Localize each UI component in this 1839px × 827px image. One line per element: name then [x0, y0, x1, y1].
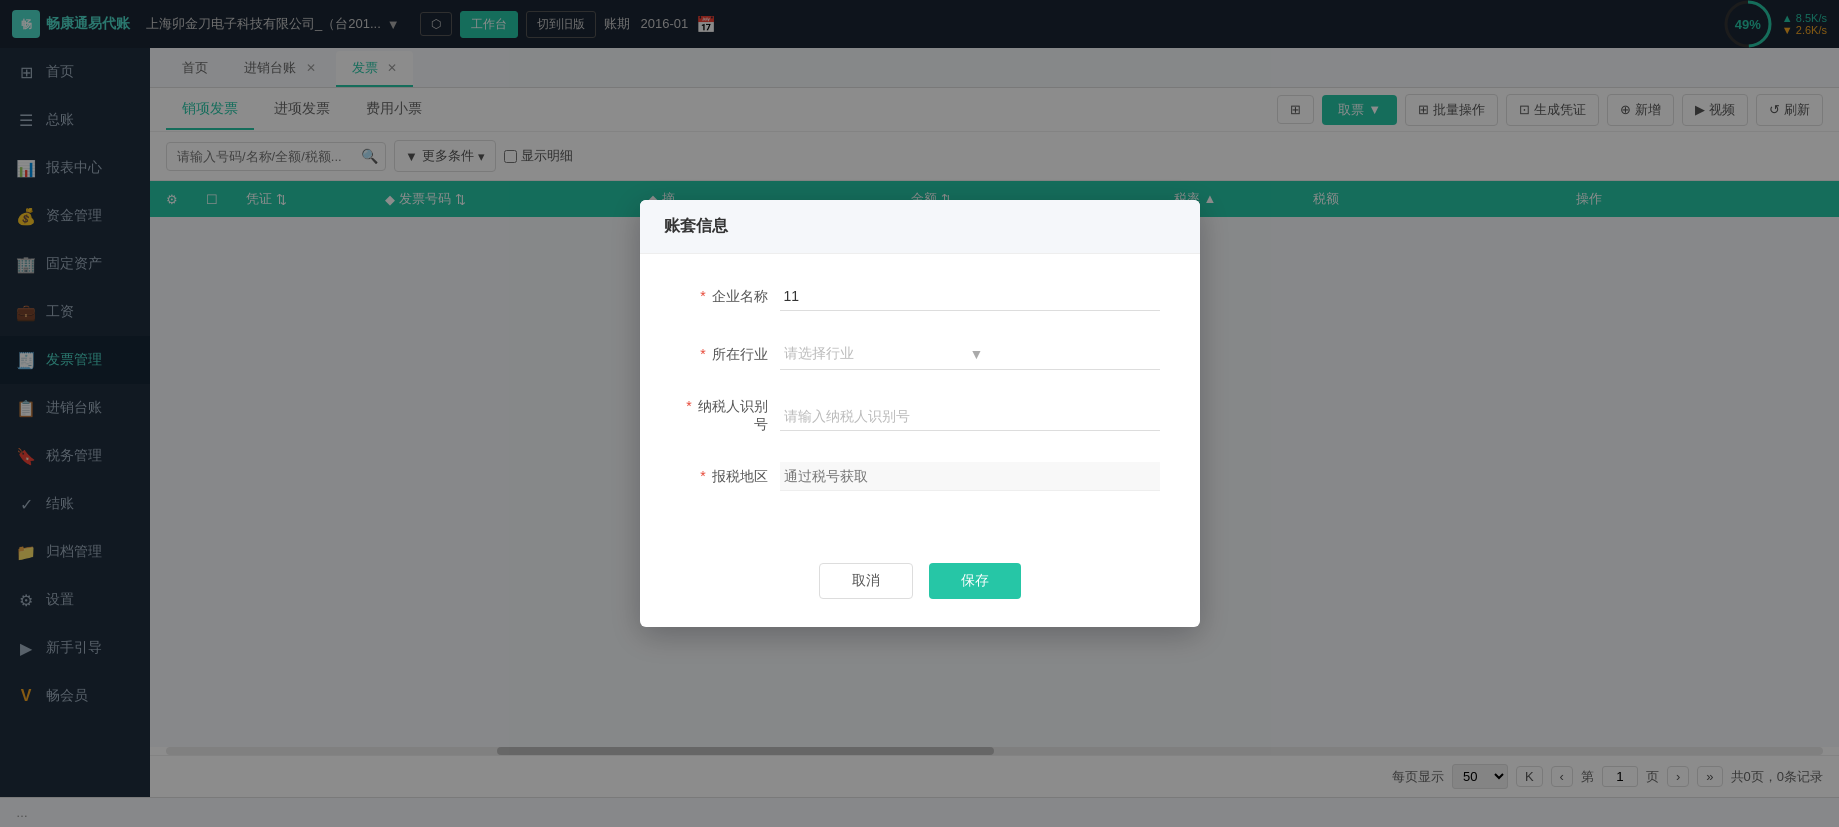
modal-overlay: 账套信息 * 企业名称 * 所在行业 请选择行业 ▼ [0, 0, 1839, 827]
tax-region-input [780, 462, 1160, 491]
industry-chevron-icon: ▼ [970, 346, 1156, 362]
form-row-company-name: * 企业名称 [680, 282, 1160, 311]
save-button[interactable]: 保存 [929, 563, 1021, 599]
company-name-label: * 企业名称 [680, 288, 780, 306]
modal-title: 账套信息 [664, 217, 728, 234]
modal-dialog: 账套信息 * 企业名称 * 所在行业 请选择行业 ▼ [640, 200, 1200, 627]
form-row-industry: * 所在行业 请选择行业 ▼ [680, 339, 1160, 370]
form-row-tax-region: * 报税地区 [680, 462, 1160, 491]
modal-header: 账套信息 [640, 200, 1200, 254]
form-row-tax-id: * 纳税人识别号 [680, 398, 1160, 434]
industry-placeholder: 请选择行业 [784, 345, 970, 363]
modal-footer: 取消 保存 [640, 547, 1200, 627]
modal-body: * 企业名称 * 所在行业 请选择行业 ▼ * 纳 [640, 254, 1200, 547]
industry-label: * 所在行业 [680, 346, 780, 364]
cancel-button[interactable]: 取消 [819, 563, 913, 599]
tax-region-label: * 报税地区 [680, 468, 780, 486]
tax-id-label: * 纳税人识别号 [680, 398, 780, 434]
industry-select[interactable]: 请选择行业 ▼ [780, 339, 1160, 370]
company-name-input[interactable] [780, 282, 1160, 311]
tax-id-input[interactable] [780, 402, 1160, 431]
